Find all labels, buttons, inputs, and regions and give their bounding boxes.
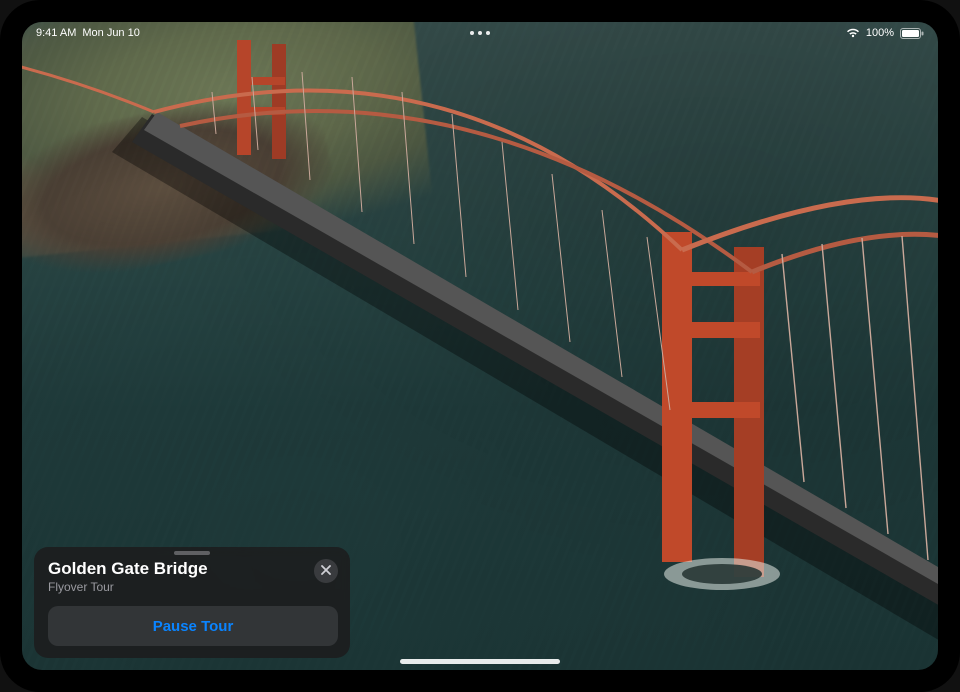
home-indicator[interactable] bbox=[400, 659, 560, 664]
card-subtitle: Flyover Tour bbox=[48, 580, 208, 594]
card-grabber-icon[interactable] bbox=[174, 551, 210, 555]
status-bar: 9:41 AM Mon Jun 10 100% bbox=[22, 22, 938, 44]
multitask-dots-icon[interactable] bbox=[470, 31, 490, 35]
flyover-card[interactable]: Golden Gate Bridge Flyover Tour Pause To… bbox=[34, 547, 350, 658]
ipad-device-frame: 9:41 AM Mon Jun 10 100% Golden Ga bbox=[0, 0, 960, 692]
close-icon bbox=[321, 562, 331, 580]
status-time: 9:41 AM bbox=[36, 27, 76, 39]
wifi-icon bbox=[846, 28, 860, 38]
screen[interactable]: 9:41 AM Mon Jun 10 100% Golden Ga bbox=[22, 22, 938, 670]
battery-icon bbox=[900, 28, 924, 39]
pause-tour-label: Pause Tour bbox=[153, 618, 234, 635]
close-button[interactable] bbox=[314, 559, 338, 583]
status-date: Mon Jun 10 bbox=[82, 27, 139, 39]
pause-tour-button[interactable]: Pause Tour bbox=[48, 606, 338, 646]
card-title: Golden Gate Bridge bbox=[48, 559, 208, 579]
battery-percent: 100% bbox=[866, 27, 894, 39]
